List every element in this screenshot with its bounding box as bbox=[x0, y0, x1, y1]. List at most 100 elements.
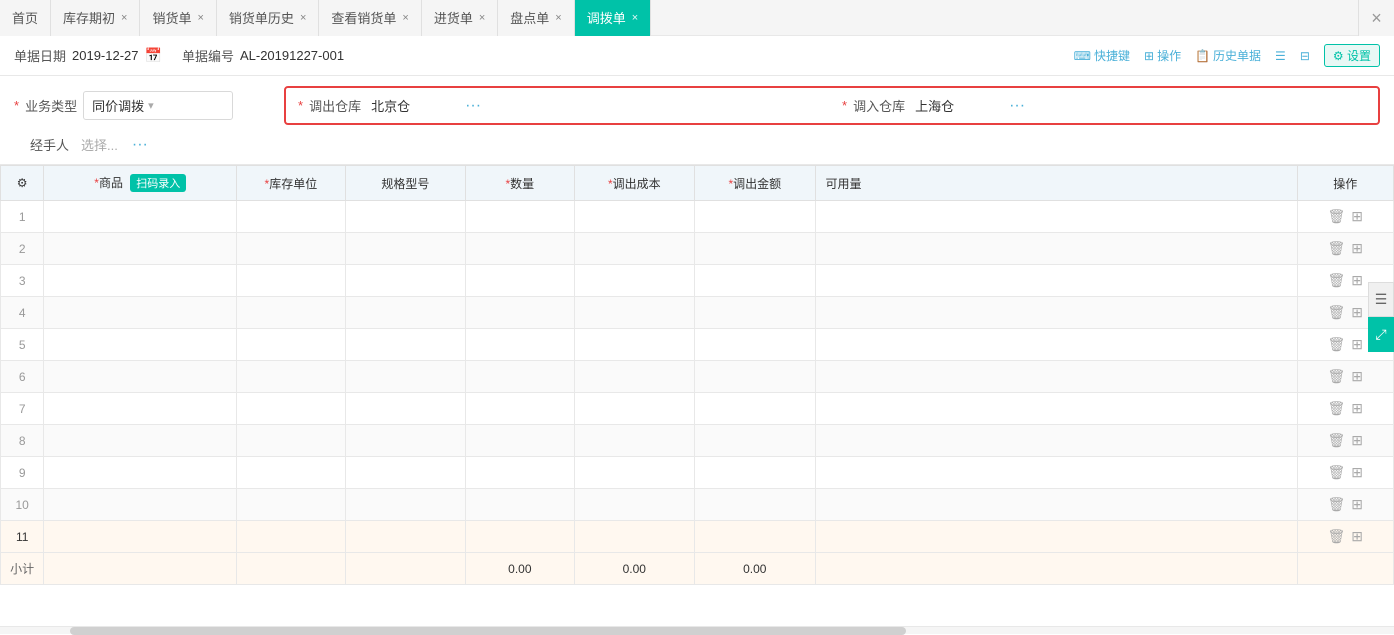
row-2-amount[interactable] bbox=[695, 233, 816, 265]
row-7-delete-icon[interactable]: 🗑 bbox=[1328, 400, 1346, 417]
main-close-button[interactable]: × bbox=[1358, 0, 1394, 36]
handler-more-btn[interactable]: ··· bbox=[132, 136, 148, 154]
row-3-available[interactable] bbox=[815, 265, 1297, 297]
row-6-cost[interactable] bbox=[574, 361, 695, 393]
row-3-spec[interactable] bbox=[345, 265, 466, 297]
row-4-copy-icon[interactable]: ⊞ bbox=[1351, 304, 1363, 321]
row-2-product[interactable] bbox=[44, 233, 237, 265]
row-5-amount[interactable] bbox=[695, 329, 816, 361]
row-9-unit[interactable] bbox=[237, 457, 345, 489]
row-10-quantity[interactable] bbox=[466, 489, 574, 521]
row-11-delete-icon[interactable]: 🗑 bbox=[1328, 528, 1346, 545]
row-3-product[interactable] bbox=[44, 265, 237, 297]
row-1-delete-icon[interactable]: 🗑 bbox=[1328, 208, 1346, 225]
row-6-product[interactable] bbox=[44, 361, 237, 393]
row-4-spec[interactable] bbox=[345, 297, 466, 329]
subtotal-unit[interactable] bbox=[237, 521, 345, 553]
row-3-cost[interactable] bbox=[574, 265, 695, 297]
row-3-copy-icon[interactable]: ⊞ bbox=[1351, 272, 1363, 289]
row-8-delete-icon[interactable]: 🗑 bbox=[1328, 432, 1346, 449]
row-11-copy-icon[interactable]: ⊞ bbox=[1351, 528, 1363, 545]
row-7-amount[interactable] bbox=[695, 393, 816, 425]
settings-button[interactable]: ⚙ 设置 bbox=[1324, 44, 1380, 67]
row-6-unit[interactable] bbox=[237, 361, 345, 393]
row-10-delete-icon[interactable]: 🗑 bbox=[1328, 496, 1346, 513]
row-2-available[interactable] bbox=[815, 233, 1297, 265]
row-5-spec[interactable] bbox=[345, 329, 466, 361]
row-4-product[interactable] bbox=[44, 297, 237, 329]
row-7-quantity[interactable] bbox=[466, 393, 574, 425]
row-8-amount[interactable] bbox=[695, 425, 816, 457]
row-2-cost[interactable] bbox=[574, 233, 695, 265]
row-6-delete-icon[interactable]: 🗑 bbox=[1328, 368, 1346, 385]
scan-entry-button[interactable]: 扫码录入 bbox=[130, 174, 186, 192]
row-2-delete-icon[interactable]: 🗑 bbox=[1328, 240, 1346, 257]
tab-view-sales[interactable]: 查看销货单 × bbox=[319, 0, 421, 36]
row-10-available[interactable] bbox=[815, 489, 1297, 521]
view-toggle-grid[interactable]: ⊟ bbox=[1300, 49, 1310, 63]
row-7-cost[interactable] bbox=[574, 393, 695, 425]
transfer-out-more-btn[interactable]: ··· bbox=[465, 97, 481, 115]
float-list-button[interactable]: ☰ bbox=[1368, 282, 1394, 317]
row-9-product[interactable] bbox=[44, 457, 237, 489]
row-9-spec[interactable] bbox=[345, 457, 466, 489]
row-1-available[interactable] bbox=[815, 201, 1297, 233]
row-10-unit[interactable] bbox=[237, 489, 345, 521]
operations-button[interactable]: ⊞ 操作 bbox=[1144, 47, 1181, 64]
row-8-product[interactable] bbox=[44, 425, 237, 457]
row-4-amount[interactable] bbox=[695, 297, 816, 329]
row-4-unit[interactable] bbox=[237, 297, 345, 329]
calendar-icon[interactable]: 📅 bbox=[145, 47, 162, 64]
tab-sales-order-close[interactable]: × bbox=[197, 12, 203, 24]
row-5-quantity[interactable] bbox=[466, 329, 574, 361]
tab-inventory-check-close[interactable]: × bbox=[555, 12, 561, 24]
row-1-copy-icon[interactable]: ⊞ bbox=[1351, 208, 1363, 225]
row-6-amount[interactable] bbox=[695, 361, 816, 393]
tab-home[interactable]: 首页 bbox=[0, 0, 51, 36]
row-9-available[interactable] bbox=[815, 457, 1297, 489]
row-5-unit[interactable] bbox=[237, 329, 345, 361]
row-10-cost[interactable] bbox=[574, 489, 695, 521]
row-9-quantity[interactable] bbox=[466, 457, 574, 489]
row-6-available[interactable] bbox=[815, 361, 1297, 393]
tab-transfer-order-close[interactable]: × bbox=[632, 12, 638, 24]
row-10-copy-icon[interactable]: ⊞ bbox=[1351, 496, 1363, 513]
float-expand-button[interactable]: ⤢ bbox=[1368, 317, 1394, 352]
tab-view-sales-close[interactable]: × bbox=[402, 12, 408, 24]
view-toggle-list[interactable]: ☰ bbox=[1275, 49, 1286, 63]
tab-inventory-init-close[interactable]: × bbox=[121, 12, 127, 24]
row-9-copy-icon[interactable]: ⊞ bbox=[1351, 464, 1363, 481]
biz-type-select[interactable]: 同价调拨 ▾ bbox=[83, 91, 233, 120]
row-2-unit[interactable] bbox=[237, 233, 345, 265]
row-2-spec[interactable] bbox=[345, 233, 466, 265]
tab-sales-order[interactable]: 销货单 × bbox=[140, 0, 216, 36]
row-8-cost[interactable] bbox=[574, 425, 695, 457]
row-5-delete-icon[interactable]: 🗑 bbox=[1328, 336, 1346, 353]
row-5-product[interactable] bbox=[44, 329, 237, 361]
row-2-copy-icon[interactable]: ⊞ bbox=[1351, 240, 1363, 257]
transfer-in-more-btn[interactable]: ··· bbox=[1009, 97, 1025, 115]
row-3-quantity[interactable] bbox=[466, 265, 574, 297]
row-7-available[interactable] bbox=[815, 393, 1297, 425]
row-8-quantity[interactable] bbox=[466, 425, 574, 457]
row-5-copy-icon[interactable]: ⊞ bbox=[1351, 336, 1363, 353]
row-6-copy-icon[interactable]: ⊞ bbox=[1351, 368, 1363, 385]
tab-inventory-init[interactable]: 库存期初 × bbox=[51, 0, 140, 36]
row-8-unit[interactable] bbox=[237, 425, 345, 457]
tab-transfer-order[interactable]: 调拨单 × bbox=[575, 0, 651, 36]
row-8-available[interactable] bbox=[815, 425, 1297, 457]
handler-placeholder[interactable]: 选择... bbox=[81, 135, 118, 154]
row-1-unit[interactable] bbox=[237, 201, 345, 233]
row-4-delete-icon[interactable]: 🗑 bbox=[1328, 304, 1346, 321]
row-7-spec[interactable] bbox=[345, 393, 466, 425]
tab-inventory-check[interactable]: 盘点单 × bbox=[498, 0, 574, 36]
row-2-quantity[interactable] bbox=[466, 233, 574, 265]
row-1-cost[interactable] bbox=[574, 201, 695, 233]
subtotal-product[interactable] bbox=[44, 521, 237, 553]
row-7-unit[interactable] bbox=[237, 393, 345, 425]
shortcuts-button[interactable]: ⌨ 快捷键 bbox=[1074, 47, 1130, 64]
horizontal-scrollbar[interactable] bbox=[0, 626, 1394, 634]
row-4-cost[interactable] bbox=[574, 297, 695, 329]
row-8-spec[interactable] bbox=[345, 425, 466, 457]
tab-sales-history[interactable]: 销货单历史 × bbox=[217, 0, 319, 36]
